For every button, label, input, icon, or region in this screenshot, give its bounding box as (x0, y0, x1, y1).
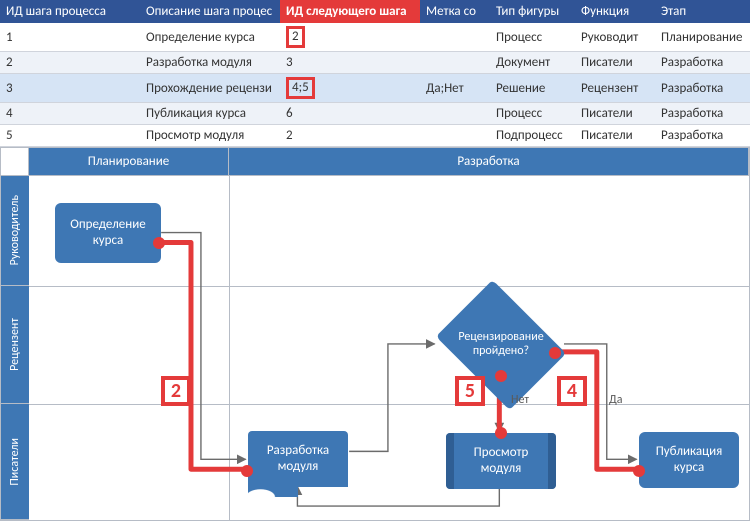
table-header-row: ИД шага процесса Описание шага процес ИД… (0, 0, 750, 23)
phase-planning: Планирование (29, 148, 229, 176)
lane-corner (1, 148, 29, 176)
col-function: Функция (575, 0, 655, 23)
shape-publish-course[interactable]: Публикация курса (639, 432, 739, 488)
cell-connector-label (420, 52, 490, 74)
cell-shape-type: Решение (490, 74, 575, 103)
cell-step-id: 1 (0, 23, 140, 52)
cell-function: Рецензент (575, 74, 655, 103)
cell-step-desc: Разработка модуля (140, 52, 280, 74)
cell-step-id: 3 (0, 74, 140, 103)
process-steps-table: ИД шага процесса Описание шага процес ИД… (0, 0, 750, 147)
cell-step-id: 4 (0, 103, 140, 125)
next-step-highlighted: 2 (286, 26, 305, 48)
table-row[interactable]: 4Публикация курса6 ПроцессПисателиРазрабо… (0, 103, 750, 125)
cell-next-step: 3 (280, 52, 420, 74)
cell-connector-label (420, 103, 490, 125)
swimlane-diagram: Планирование Разработка Руководитель Рец… (0, 147, 750, 521)
cell-connector-label (420, 125, 490, 147)
cell-stage: Разработка (655, 74, 750, 103)
red-dot (241, 465, 253, 477)
next-step-highlighted: 4;5 (286, 77, 315, 99)
cell-stage: Разработка (655, 52, 750, 74)
cell-connector-label: Да;Нет (420, 74, 490, 103)
cell-shape-type: Процесс (490, 23, 575, 52)
red-dot (495, 370, 507, 382)
red-dot (633, 465, 645, 477)
cell-next-step: 2 (280, 125, 420, 147)
cell-step-desc: Прохождение рецензи (140, 74, 280, 103)
shape-define-course[interactable]: Определение курса (55, 203, 161, 263)
phase-development: Разработка (229, 148, 749, 176)
red-dot (153, 237, 165, 249)
annotation-2: 2 (161, 376, 191, 406)
cell-function: Писатели (575, 125, 655, 147)
cell-stage: Разработка (655, 103, 750, 125)
edge-label-yes: Да (609, 393, 622, 407)
col-connector-label: Метка со (420, 0, 490, 23)
edge-label-no: Нет (511, 393, 529, 407)
red-dot (549, 347, 561, 359)
phase-divider (229, 176, 230, 520)
cell-step-desc: Публикация курса (140, 103, 280, 125)
red-connector-1-2 (159, 242, 246, 469)
cell-step-id: 2 (0, 52, 140, 74)
lane-divider-2 (29, 404, 749, 405)
lane-manager: Руководитель (1, 176, 29, 286)
lane-reviewer: Рецензент (1, 286, 29, 404)
annotation-4: 4 (557, 376, 587, 406)
table-row[interactable]: 2Разработка модуля3 ДокументПисателиРазра… (0, 52, 750, 74)
col-step-desc: Описание шага процес (140, 0, 280, 23)
lane-divider-1 (29, 286, 749, 287)
cell-shape-type: Процесс (490, 103, 575, 125)
cell-shape-type: Документ (490, 52, 575, 74)
shape-develop-module[interactable]: Разработка модуля (248, 431, 348, 487)
cell-step-desc: Просмотр модуля (140, 125, 280, 147)
cell-stage: Разработка (655, 125, 750, 147)
table-row[interactable]: 1Определение курса 2 ПроцессРуководитПлани… (0, 23, 750, 52)
cell-next-step: 6 (280, 103, 420, 125)
col-next-step-id: ИД следующего шага (280, 0, 420, 23)
col-step-id: ИД шага процесса (0, 0, 140, 23)
col-shape-type: Тип фигуры (490, 0, 575, 23)
cell-function: Руководит (575, 23, 655, 52)
cell-function: Писатели (575, 52, 655, 74)
col-stage: Этап (655, 0, 750, 23)
shape-review-module[interactable]: Просмотр модуля (446, 433, 556, 489)
cell-function: Писатели (575, 103, 655, 125)
table-row[interactable]: 5Просмотр модуля2 ПодпроцессПисателиРазра… (0, 125, 750, 147)
lane-writers: Писатели (1, 404, 29, 520)
cell-stage: Планирование (655, 23, 750, 52)
table-row[interactable]: 3Прохождение рецензи 4;5 Да;НетРешениеРеце… (0, 74, 750, 103)
cell-connector-label (420, 23, 490, 52)
red-dot (495, 427, 507, 439)
cell-next-step: 4;5 (280, 74, 420, 103)
annotation-5: 5 (455, 376, 485, 406)
cell-next-step: 2 (280, 23, 420, 52)
cell-step-id: 5 (0, 125, 140, 147)
cell-step-desc: Определение курса (140, 23, 280, 52)
cell-shape-type: Подпроцесс (490, 125, 575, 147)
